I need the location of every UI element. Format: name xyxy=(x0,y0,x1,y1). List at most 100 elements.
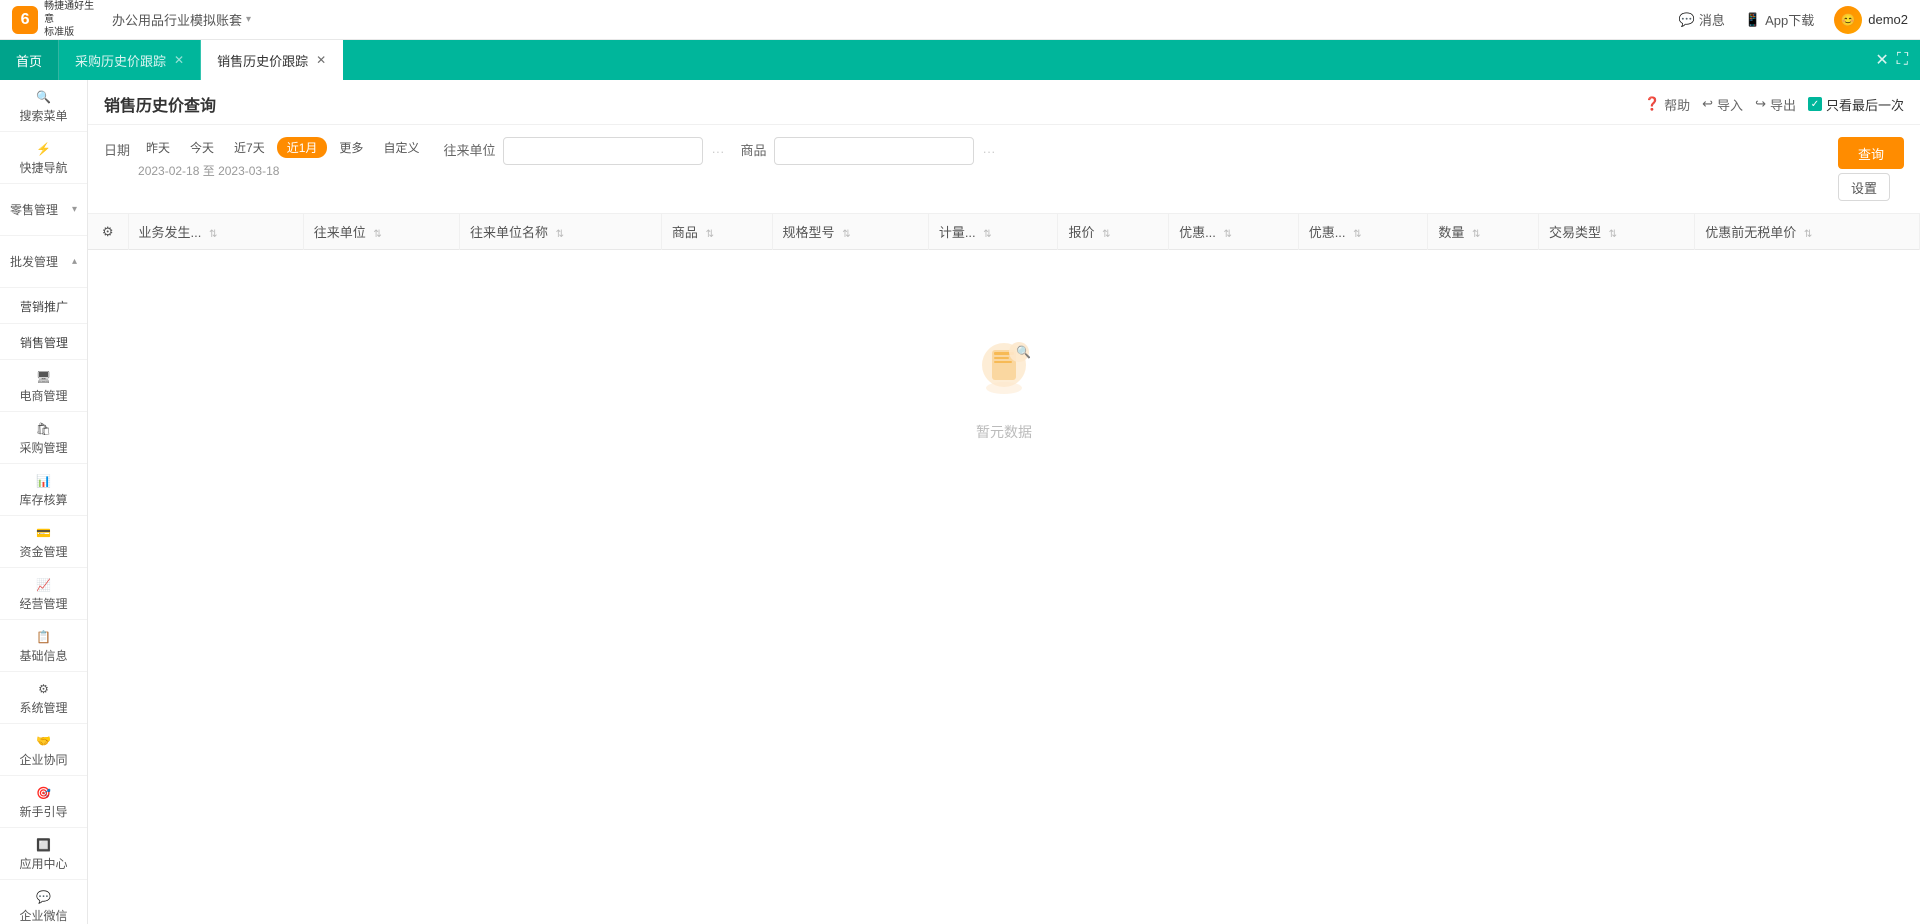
col-trade-type[interactable]: 交易类型 ⇅ xyxy=(1538,214,1694,250)
col-trade-type-sort-icon: ⇅ xyxy=(1609,229,1617,240)
import-icon: ↩ xyxy=(1702,96,1713,112)
product-input-group: ··· xyxy=(774,137,995,165)
maximize-icon[interactable]: ⛶ xyxy=(1897,51,1908,69)
close-all-tabs-icon[interactable]: ✕ xyxy=(1875,50,1888,70)
app-title-area[interactable]: 办公用品行业模拟账套 ▾ xyxy=(100,10,1679,29)
empty-state: 🔍 暂元数据 xyxy=(88,250,1920,522)
col-discount2-sort-icon: ⇅ xyxy=(1353,229,1361,240)
import-button[interactable]: ↩ 导入 xyxy=(1702,95,1743,114)
sidebar-item-ecommerce[interactable]: 🖥 电商管理 xyxy=(0,360,87,412)
basic-icon: 📋 xyxy=(36,630,51,644)
top-header: 6 畅捷通好生意 标准版 办公用品行业模拟账套 ▾ 💬 消息 📱 App下载 😊… xyxy=(0,0,1920,40)
message-icon: 💬 xyxy=(1679,12,1695,28)
col-partner-code[interactable]: 往来单位 ⇅ xyxy=(303,214,459,250)
sales-tab-close-icon[interactable]: ✕ xyxy=(316,53,326,67)
sidebar-item-finance[interactable]: 💳 资金管理 xyxy=(0,516,87,568)
sidebar-subitem-sales-mgmt[interactable]: 销售管理 xyxy=(0,324,87,360)
partner-input-group: ··· xyxy=(503,137,724,165)
app-download-button[interactable]: 📱 App下载 xyxy=(1745,10,1814,29)
product-dots[interactable]: ··· xyxy=(982,144,995,159)
sidebar-subitem-marketing[interactable]: 营销推广 xyxy=(0,288,87,324)
col-biz-date-sort-icon: ⇅ xyxy=(209,229,217,240)
filter-right-actions: 查询 设置 xyxy=(1838,137,1904,201)
partner-label: 往来单位 xyxy=(443,137,495,165)
col-spec[interactable]: 规格型号 ⇅ xyxy=(772,214,928,250)
date-label: 日期 xyxy=(104,137,130,165)
ecommerce-icon: 🖥 xyxy=(36,370,51,384)
sidebar-item-operations[interactable]: 📈 经营管理 xyxy=(0,568,87,620)
sidebar-item-inventory[interactable]: 📊 库存核算 xyxy=(0,464,87,516)
partner-input[interactable] xyxy=(503,137,703,165)
avatar: 😊 xyxy=(1834,6,1862,34)
filter-area: 日期 昨天 今天 近7天 近1月 更多 自定义 2023-02-18 至 202… xyxy=(88,125,1920,214)
col-tax-free-price[interactable]: 优惠前无税单价 ⇅ xyxy=(1695,214,1920,250)
sidebar-item-apps[interactable]: 🔲 应用中心 xyxy=(0,828,87,880)
col-unit-sort-icon: ⇅ xyxy=(983,229,991,240)
col-price[interactable]: 报价 ⇅ xyxy=(1058,214,1169,250)
last-only-checkbox-label[interactable]: ✓ 只看最后一次 xyxy=(1808,95,1904,114)
sidebar-item-enterprise[interactable]: 🤝 企业协同 xyxy=(0,724,87,776)
export-button[interactable]: ↪ 导出 xyxy=(1755,95,1796,114)
page-container: 销售历史价查询 ❓ 帮助 ↩ 导入 ↪ 导出 ✓ xyxy=(88,80,1920,924)
col-discount1[interactable]: 优惠... ⇅ xyxy=(1169,214,1299,250)
sidebar-item-system[interactable]: ⚙ 系统管理 xyxy=(0,672,87,724)
col-partner-name-sort-icon: ⇅ xyxy=(556,229,564,240)
partner-filter-group: 往来单位 ··· xyxy=(443,137,724,165)
user-avatar-area[interactable]: 😊 demo2 xyxy=(1834,6,1908,34)
date-tab-today[interactable]: 今天 xyxy=(182,137,222,158)
date-tab-custom[interactable]: 自定义 xyxy=(375,137,427,158)
sidebar-item-basic[interactable]: 📋 基础信息 xyxy=(0,620,87,672)
col-product[interactable]: 商品 ⇅ xyxy=(661,214,772,250)
main-layout: 🔍 搜索菜单 ⚡ 快捷导航 零售管理 ▾ 批发管理 ▴ 营销推广 销售管理 🖥 … xyxy=(0,80,1920,924)
tab-sales[interactable]: 销售历史价跟踪 ✕ xyxy=(201,40,343,80)
col-settings[interactable]: ⚙ xyxy=(88,214,128,250)
checkbox-checked-icon: ✓ xyxy=(1808,97,1822,111)
retail-expand-icon: ▾ xyxy=(72,204,77,215)
finance-icon: 💳 xyxy=(36,526,51,540)
tab-purchase[interactable]: 采购历史价跟踪 ✕ xyxy=(59,40,201,80)
app-title: 办公用品行业模拟账套 xyxy=(112,10,242,29)
enterprise-icon: 🤝 xyxy=(36,734,51,748)
logo-icon: 6 xyxy=(12,6,38,34)
svg-text:🔍: 🔍 xyxy=(1016,344,1031,359)
page-title: 销售历史价查询 xyxy=(104,92,216,116)
sidebar-item-wholesale[interactable]: 批发管理 ▴ xyxy=(0,236,87,288)
system-icon: ⚙ xyxy=(38,682,49,696)
message-button[interactable]: 💬 消息 xyxy=(1679,10,1725,29)
tab-bar-actions: ✕ ⛶ xyxy=(1863,40,1920,80)
sidebar-item-newbie[interactable]: 🎯 新手引导 xyxy=(0,776,87,828)
date-tab-yesterday[interactable]: 昨天 xyxy=(138,137,178,158)
col-unit[interactable]: 计量... ⇅ xyxy=(928,214,1058,250)
tab-home[interactable]: 首页 xyxy=(0,40,59,80)
export-icon: ↪ xyxy=(1755,96,1766,112)
query-button[interactable]: 查询 xyxy=(1838,137,1904,169)
purchase-tab-close-icon[interactable]: ✕ xyxy=(174,53,184,67)
help-button[interactable]: ❓ 帮助 xyxy=(1644,95,1690,114)
sidebar-item-shortcut[interactable]: ⚡ 快捷导航 xyxy=(0,132,87,184)
col-discount1-sort-icon: ⇅ xyxy=(1224,229,1232,240)
logo-text: 畅捷通好生意 标准版 xyxy=(44,0,100,39)
col-product-sort-icon: ⇅ xyxy=(706,229,714,240)
col-biz-date[interactable]: 业务发生... ⇅ xyxy=(128,214,303,250)
inventory-icon: 📊 xyxy=(36,474,51,488)
home-tab-label: 首页 xyxy=(16,51,42,70)
setting-button[interactable]: 设置 xyxy=(1838,173,1890,201)
col-quantity[interactable]: 数量 ⇅ xyxy=(1428,214,1539,250)
sidebar-item-corp-wechat[interactable]: 💬 企业微信 xyxy=(0,880,87,924)
col-price-sort-icon: ⇅ xyxy=(1102,229,1110,240)
sidebar-item-purchase[interactable]: 🛍 采购管理 xyxy=(0,412,87,464)
date-tab-more[interactable]: 更多 xyxy=(331,137,371,158)
sidebar-item-search[interactable]: 🔍 搜索菜单 xyxy=(0,80,87,132)
empty-text: 暂元数据 xyxy=(976,422,1032,442)
col-partner-name[interactable]: 往来单位名称 ⇅ xyxy=(460,214,662,250)
date-tab-1month[interactable]: 近1月 xyxy=(277,137,328,158)
app-title-dropdown-icon[interactable]: ▾ xyxy=(246,14,251,25)
col-discount2[interactable]: 优惠... ⇅ xyxy=(1298,214,1428,250)
settings-icon[interactable]: ⚙ xyxy=(102,224,114,239)
product-label: 商品 xyxy=(740,137,766,165)
date-tab-7days[interactable]: 近7天 xyxy=(226,137,273,158)
product-input[interactable] xyxy=(774,137,974,165)
sidebar-item-retail[interactable]: 零售管理 ▾ xyxy=(0,184,87,236)
partner-dots[interactable]: ··· xyxy=(711,144,724,159)
sidebar: 🔍 搜索菜单 ⚡ 快捷导航 零售管理 ▾ 批发管理 ▴ 营销推广 销售管理 🖥 … xyxy=(0,80,88,924)
